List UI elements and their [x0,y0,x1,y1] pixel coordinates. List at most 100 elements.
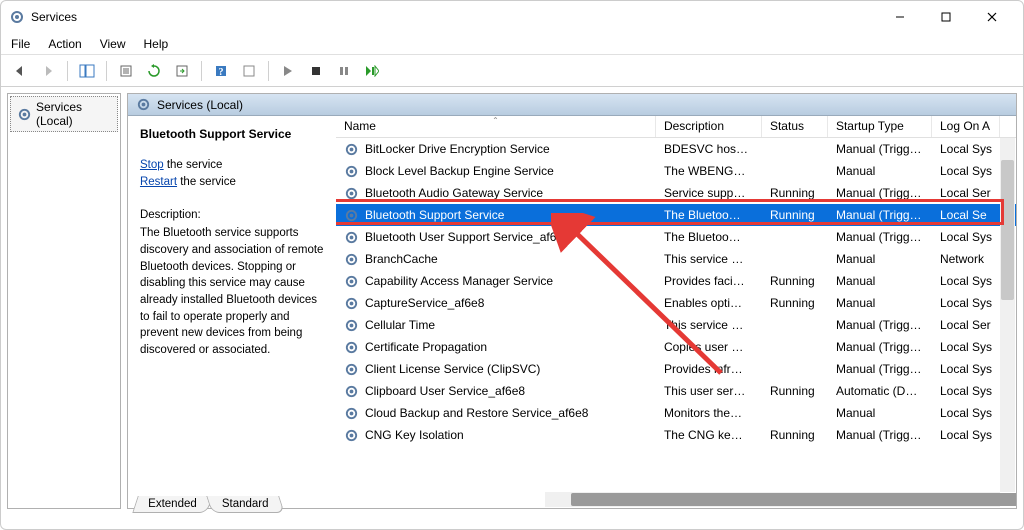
service-logon: Local Sys [932,384,1000,398]
service-desc: The WBENG… [656,164,762,178]
toolbar-icon-extra[interactable] [238,60,260,82]
gear-icon [344,208,359,223]
service-name: Block Level Backup Engine Service [365,164,554,178]
horizontal-scrollbar[interactable] [545,492,1000,507]
pause-service-button[interactable] [333,60,355,82]
gear-icon [344,252,359,267]
start-service-button[interactable] [277,60,299,82]
gear-icon [344,406,359,421]
service-desc: Service supp… [656,186,762,200]
gear-icon [17,107,32,122]
titlebar: Services [1,1,1023,33]
gear-icon [344,318,359,333]
service-startup: Manual (Trigg… [828,208,932,222]
service-row[interactable]: Client License Service (ClipSVC)Provides… [336,358,1016,380]
service-row[interactable]: Block Level Backup Engine Service The WBE… [336,160,1016,182]
service-row[interactable]: CaptureService_af6e8Enables opti…Running… [336,292,1016,314]
service-name: Bluetooth User Support Service_af6e8 [365,230,570,244]
service-logon: Local Ser [932,186,1000,200]
scrollbar-thumb[interactable] [1001,160,1014,300]
col-header-status[interactable]: Status [762,116,828,137]
list-header[interactable]: Name⌃ Description Status Startup Type Lo… [336,116,1016,138]
help-button[interactable]: ? [210,60,232,82]
service-startup: Manual (Trigg… [828,230,932,244]
menu-action[interactable]: Action [48,37,81,51]
service-name: Clipboard User Service_af6e8 [365,384,525,398]
service-logon: Local Sys [932,340,1000,354]
service-row[interactable]: BitLocker Drive Encryption ServiceBDESVC… [336,138,1016,160]
toolbar: ? [1,55,1023,87]
service-row[interactable]: Bluetooth Support ServiceThe Bluetoo…Run… [336,204,1016,226]
service-row[interactable]: Capability Access Manager ServiceProvide… [336,270,1016,292]
pane-header-title: Services (Local) [157,98,243,112]
minimize-button[interactable] [877,1,923,33]
export-list-button[interactable] [171,60,193,82]
service-startup: Manual (Trigg… [828,142,932,156]
restart-service-button[interactable] [361,60,383,82]
service-name: CNG Key Isolation [365,428,464,442]
service-desc: The Bluetoo… [656,230,762,244]
col-header-startup[interactable]: Startup Type [828,116,932,137]
col-header-name[interactable]: Name⌃ [336,116,656,137]
maximize-button[interactable] [923,1,969,33]
menu-view[interactable]: View [100,37,126,51]
tree-node-label: Services (Local) [36,100,111,128]
service-row[interactable]: Cellular TimeThis service …Manual (Trigg… [336,314,1016,336]
service-desc: Monitors the… [656,406,762,420]
service-name: Client License Service (ClipSVC) [365,362,540,376]
window-title: Services [31,10,877,24]
service-name: CaptureService_af6e8 [365,296,484,310]
vertical-scrollbar[interactable] [1000,138,1015,492]
tab-standard[interactable]: Standard [206,496,284,513]
service-logon: Local Ser [932,318,1000,332]
refresh-button[interactable] [143,60,165,82]
back-button[interactable] [9,60,31,82]
services-list[interactable]: Name⌃ Description Status Startup Type Lo… [336,116,1016,508]
tree-pane[interactable]: Services (Local) [7,93,121,509]
tab-extended[interactable]: Extended [132,496,212,513]
forward-button[interactable] [37,60,59,82]
service-name: Bluetooth Support Service [365,208,504,222]
service-startup: Manual (Trigg… [828,428,932,442]
tree-node-services-local[interactable]: Services (Local) [10,96,118,132]
svg-text:?: ? [219,67,224,78]
service-desc: This service … [656,252,762,266]
service-row[interactable]: BranchCacheThis service …ManualNetwork [336,248,1016,270]
gear-icon [344,230,359,245]
menu-help[interactable]: Help [144,37,169,51]
service-row[interactable]: Cloud Backup and Restore Service_af6e8Mo… [336,402,1016,424]
service-row[interactable]: CNG Key IsolationThe CNG ke…RunningManua… [336,424,1016,446]
menubar: File Action View Help [1,33,1023,55]
service-row[interactable]: Certificate PropagationCopies user …Manu… [336,336,1016,358]
stop-service-button[interactable] [305,60,327,82]
service-name: Capability Access Manager Service [365,274,553,288]
service-status: Running [762,274,828,288]
gear-icon [344,428,359,443]
menu-file[interactable]: File [11,37,30,51]
service-name: Certificate Propagation [365,340,487,354]
close-button[interactable] [969,1,1015,33]
gear-icon [344,164,359,179]
service-desc: The CNG ke… [656,428,762,442]
show-hide-tree-button[interactable] [76,60,98,82]
col-header-description[interactable]: Description [656,116,762,137]
service-row[interactable]: Bluetooth User Support Service_af6e8 The … [336,226,1016,248]
gear-icon [344,274,359,289]
pane-header-strip: Services (Local) [128,94,1016,116]
gear-icon [344,362,359,377]
stop-service-link[interactable]: Stop [140,159,164,171]
service-desc: This service … [656,318,762,332]
scrollbar-thumb[interactable] [571,493,1016,506]
service-logon: Local Sys [932,142,1000,156]
services-app-icon [9,9,25,25]
restart-service-link[interactable]: Restart [140,176,177,188]
service-row[interactable]: Clipboard User Service_af6e8This user se… [336,380,1016,402]
gear-icon [344,340,359,355]
service-row[interactable]: Bluetooth Audio Gateway ServiceService s… [336,182,1016,204]
properties-button[interactable] [115,60,137,82]
service-startup: Manual (Trigg… [828,318,932,332]
service-startup: Automatic (D… [828,384,932,398]
col-header-logon[interactable]: Log On A [932,116,1000,137]
service-status: Running [762,208,828,222]
gear-icon [344,142,359,157]
